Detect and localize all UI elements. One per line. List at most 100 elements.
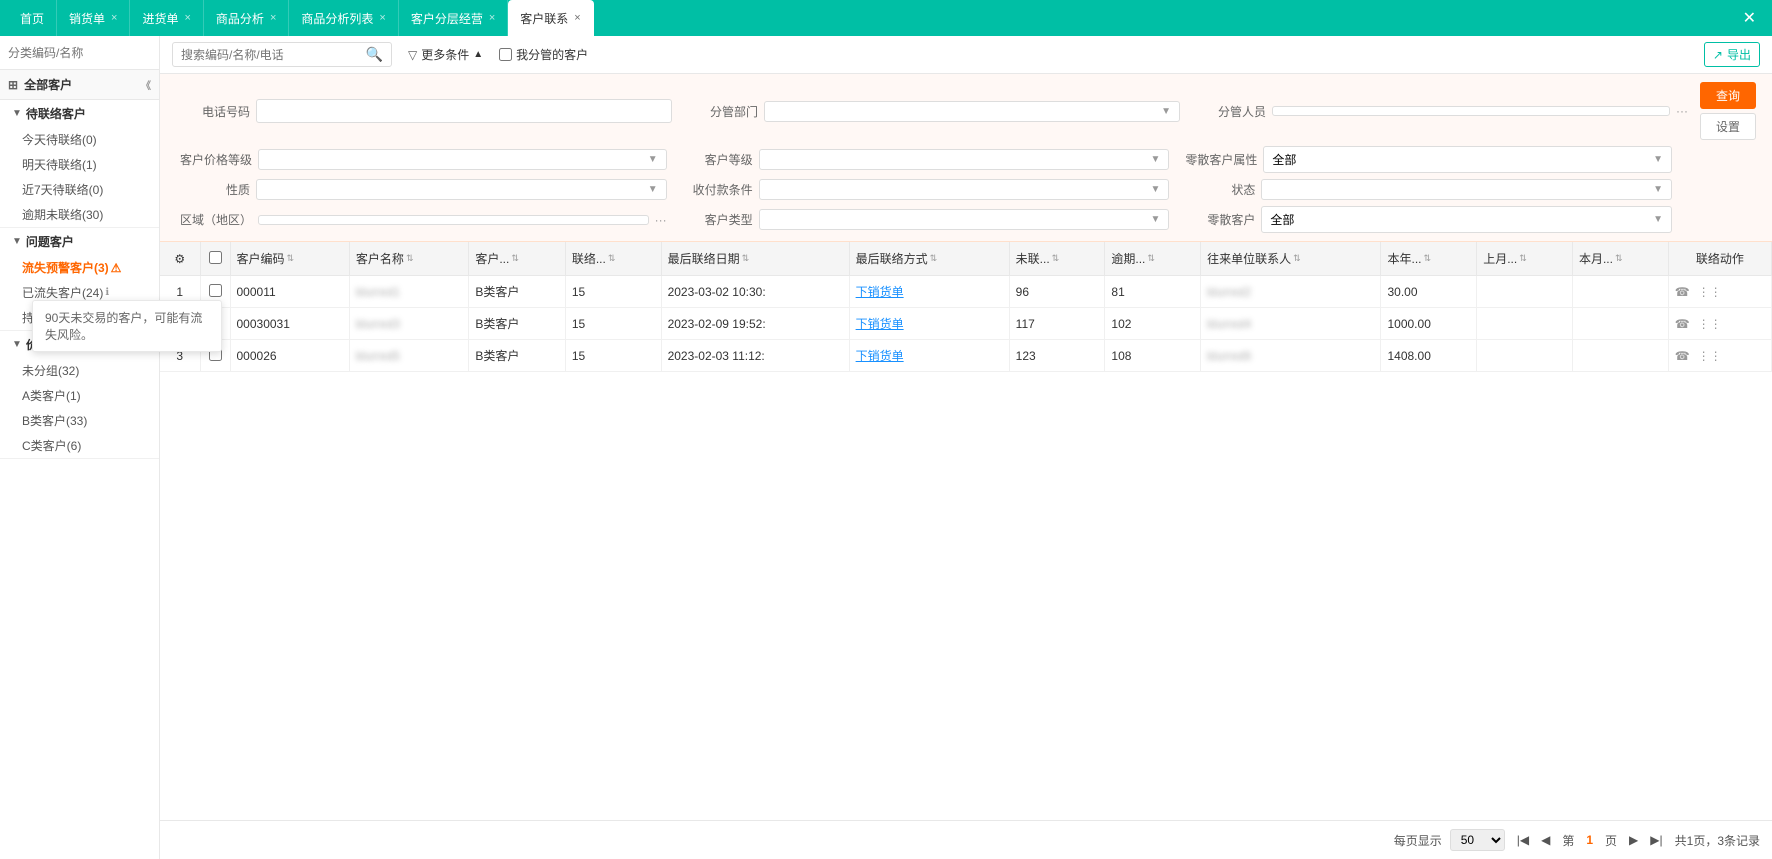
cell-uncontact-1: 117 bbox=[1009, 308, 1105, 340]
sort-icon-last-way: ⇅ bbox=[930, 253, 938, 264]
sidebar-search-input[interactable] bbox=[8, 46, 160, 60]
main-search-icon[interactable]: 🔍 bbox=[366, 46, 383, 63]
sidebar-item-overdue-contact[interactable]: 逾期未联络(30) bbox=[0, 202, 159, 227]
manager-more-icon[interactable]: ··· bbox=[1676, 104, 1688, 118]
action-more-icon-1[interactable]: ⋮⋮ bbox=[1698, 317, 1722, 331]
sidebar-group-pending-title[interactable]: ▼ 待联络客户 bbox=[0, 100, 159, 127]
nav-sales-close[interactable]: × bbox=[111, 12, 117, 24]
sidebar-item-class-b[interactable]: B类客户(33) bbox=[0, 408, 159, 433]
nav-customer-tier-close[interactable]: × bbox=[489, 12, 495, 24]
export-btn[interactable]: ↗ 导出 bbox=[1704, 42, 1760, 67]
scatter-attr-select[interactable]: 全部 ▼ bbox=[1263, 146, 1672, 173]
nav-customer-contact-close[interactable]: × bbox=[574, 12, 580, 24]
sidebar-item-churn-warning[interactable]: 流失预警客户(3) ⚠ bbox=[0, 255, 159, 280]
action-contact-icon-2[interactable]: ☎ bbox=[1675, 349, 1690, 363]
arrow-icon-2: ▼ bbox=[12, 236, 22, 247]
row-checkbox-0[interactable] bbox=[209, 284, 222, 297]
customer-grade-select[interactable]: ▼ bbox=[759, 149, 1170, 170]
action-more-icon-2[interactable]: ⋮⋮ bbox=[1698, 349, 1722, 363]
cell-company-contact-1: blurred4 bbox=[1201, 308, 1381, 340]
cell-action-0: ☎ ⋮⋮ bbox=[1668, 276, 1771, 308]
all-customers-item[interactable]: ⊞ 全部客户 《 bbox=[0, 70, 159, 100]
sidebar-item-class-a[interactable]: A类客户(1) bbox=[0, 383, 159, 408]
my-customers-checkbox-wrap[interactable]: 我分管的客户 bbox=[499, 46, 588, 63]
action-contact-icon-0[interactable]: ☎ bbox=[1675, 285, 1690, 299]
funnel-icon: ▽ bbox=[408, 48, 417, 62]
nav-goods-list-close[interactable]: × bbox=[379, 12, 385, 24]
sidebar-item-no-group[interactable]: 未分组(32) bbox=[0, 358, 159, 383]
nav-purchase[interactable]: 进货单 × bbox=[130, 0, 203, 36]
col-header-this-month[interactable]: 本月... ⇅ bbox=[1572, 242, 1668, 276]
settings-button[interactable]: 设置 bbox=[1700, 113, 1756, 140]
nature-select[interactable]: ▼ bbox=[256, 179, 667, 200]
scatter-select[interactable]: 全部 ▼ bbox=[1261, 206, 1672, 233]
filter-actions: 查询 设置 bbox=[1696, 82, 1760, 140]
cell-last-way-0[interactable]: 下销货单 bbox=[849, 276, 1009, 308]
my-customers-checkbox[interactable] bbox=[499, 48, 512, 61]
status-select[interactable]: ▼ bbox=[1261, 179, 1672, 200]
customer-type-select[interactable]: ▼ bbox=[759, 209, 1170, 230]
region-select[interactable] bbox=[258, 215, 649, 225]
nature-down-icon: ▼ bbox=[648, 184, 658, 195]
dept-down-icon: ▼ bbox=[1161, 106, 1171, 117]
action-more-icon-0[interactable]: ⋮⋮ bbox=[1698, 285, 1722, 299]
sidebar-item-today-contact[interactable]: 今天待联络(0) bbox=[0, 127, 159, 152]
warn-icon: ⚠ bbox=[111, 261, 122, 275]
col-header-company-contact[interactable]: 往来单位联系人 ⇅ bbox=[1201, 242, 1381, 276]
filter-row-4: 区域（地区） ··· 客户类型 ▼ 零散客户 全部 bbox=[172, 206, 1760, 233]
col-header-type[interactable]: 客户... ⇅ bbox=[469, 242, 566, 276]
cell-code-1: 00030031 bbox=[230, 308, 349, 340]
price-grade-select[interactable]: ▼ bbox=[258, 149, 667, 170]
sidebar-group-problem-title[interactable]: ▼ 问题客户 bbox=[0, 228, 159, 255]
nav-goods-analysis-close[interactable]: × bbox=[270, 12, 276, 24]
action-contact-icon-1[interactable]: ☎ bbox=[1675, 317, 1690, 331]
window-close-button[interactable]: ✕ bbox=[1735, 8, 1764, 28]
cell-last-way-2[interactable]: 下销货单 bbox=[849, 340, 1009, 372]
filter-row-1: 电话号码 分管部门 ▼ 分管人员 ··· bbox=[172, 82, 1760, 140]
prev-page-btn[interactable]: ◀ bbox=[1537, 831, 1554, 849]
sidebar-item-tomorrow-contact[interactable]: 明天待联络(1) bbox=[0, 152, 159, 177]
payment-select[interactable]: ▼ bbox=[759, 179, 1170, 200]
query-button[interactable]: 查询 bbox=[1700, 82, 1756, 109]
nav-sales[interactable]: 销货单 × bbox=[57, 0, 130, 36]
col-header-contact[interactable]: 联络... ⇅ bbox=[565, 242, 661, 276]
col-header-this-year[interactable]: 本年... ⇅ bbox=[1381, 242, 1477, 276]
main-search-wrap: 🔍 bbox=[172, 42, 392, 67]
col-header-last-date[interactable]: 最后联络日期 ⇅ bbox=[661, 242, 849, 276]
phone-input[interactable] bbox=[256, 99, 672, 123]
col-settings[interactable]: ⚙ bbox=[160, 242, 200, 276]
nav-goods-analysis[interactable]: 商品分析 × bbox=[204, 0, 289, 36]
col-header-overdue[interactable]: 逾期... ⇅ bbox=[1105, 242, 1201, 276]
col-header-last-month[interactable]: 上月... ⇅ bbox=[1477, 242, 1573, 276]
dept-select[interactable]: ▼ bbox=[764, 101, 1180, 122]
col-header-name[interactable]: 客户名称 ⇅ bbox=[349, 242, 468, 276]
cell-last-way-1[interactable]: 下销货单 bbox=[849, 308, 1009, 340]
filter-cell-dept: 分管部门 ▼ bbox=[680, 101, 1188, 122]
main-search-input[interactable] bbox=[181, 48, 366, 62]
first-page-btn[interactable]: |◀ bbox=[1513, 831, 1533, 849]
more-conditions-btn[interactable]: ▽ 更多条件 ▲ bbox=[400, 43, 491, 66]
nav-customer-contact[interactable]: 客户联系 × bbox=[508, 0, 593, 36]
page-size-select[interactable]: 50 100 bbox=[1450, 829, 1505, 851]
col-header-last-way[interactable]: 最后联络方式 ⇅ bbox=[849, 242, 1009, 276]
sidebar-item-class-c[interactable]: C类客户(6) bbox=[0, 433, 159, 458]
cell-code-2: 000026 bbox=[230, 340, 349, 372]
manager-select[interactable] bbox=[1272, 106, 1670, 116]
sidebar-item-week-contact[interactable]: 近7天待联络(0) bbox=[0, 177, 159, 202]
select-all-checkbox[interactable] bbox=[209, 251, 222, 264]
table-row: 2 00030031 blurred3 B类客户 15 2023-02-09 1… bbox=[160, 308, 1772, 340]
nav-home[interactable]: 首页 bbox=[8, 0, 57, 36]
last-page-btn[interactable]: ▶| bbox=[1646, 831, 1666, 849]
all-customers-label: 全部客户 bbox=[24, 76, 72, 93]
region-more-icon[interactable]: ··· bbox=[655, 213, 667, 227]
sort-icon-last-date: ⇅ bbox=[742, 253, 750, 264]
col-check[interactable] bbox=[200, 242, 230, 276]
next-page-btn[interactable]: ▶ bbox=[1625, 831, 1642, 849]
nav-purchase-close[interactable]: × bbox=[184, 12, 190, 24]
nav-customer-tier[interactable]: 客户分层经营 × bbox=[399, 0, 508, 36]
nav-goods-list[interactable]: 商品分析列表 × bbox=[289, 0, 398, 36]
sort-icon-name: ⇅ bbox=[406, 253, 414, 264]
col-header-code[interactable]: 客户编码 ⇅ bbox=[230, 242, 349, 276]
sidebar-search-area: 🔍 bbox=[0, 36, 159, 70]
col-header-uncontact[interactable]: 未联... ⇅ bbox=[1009, 242, 1105, 276]
